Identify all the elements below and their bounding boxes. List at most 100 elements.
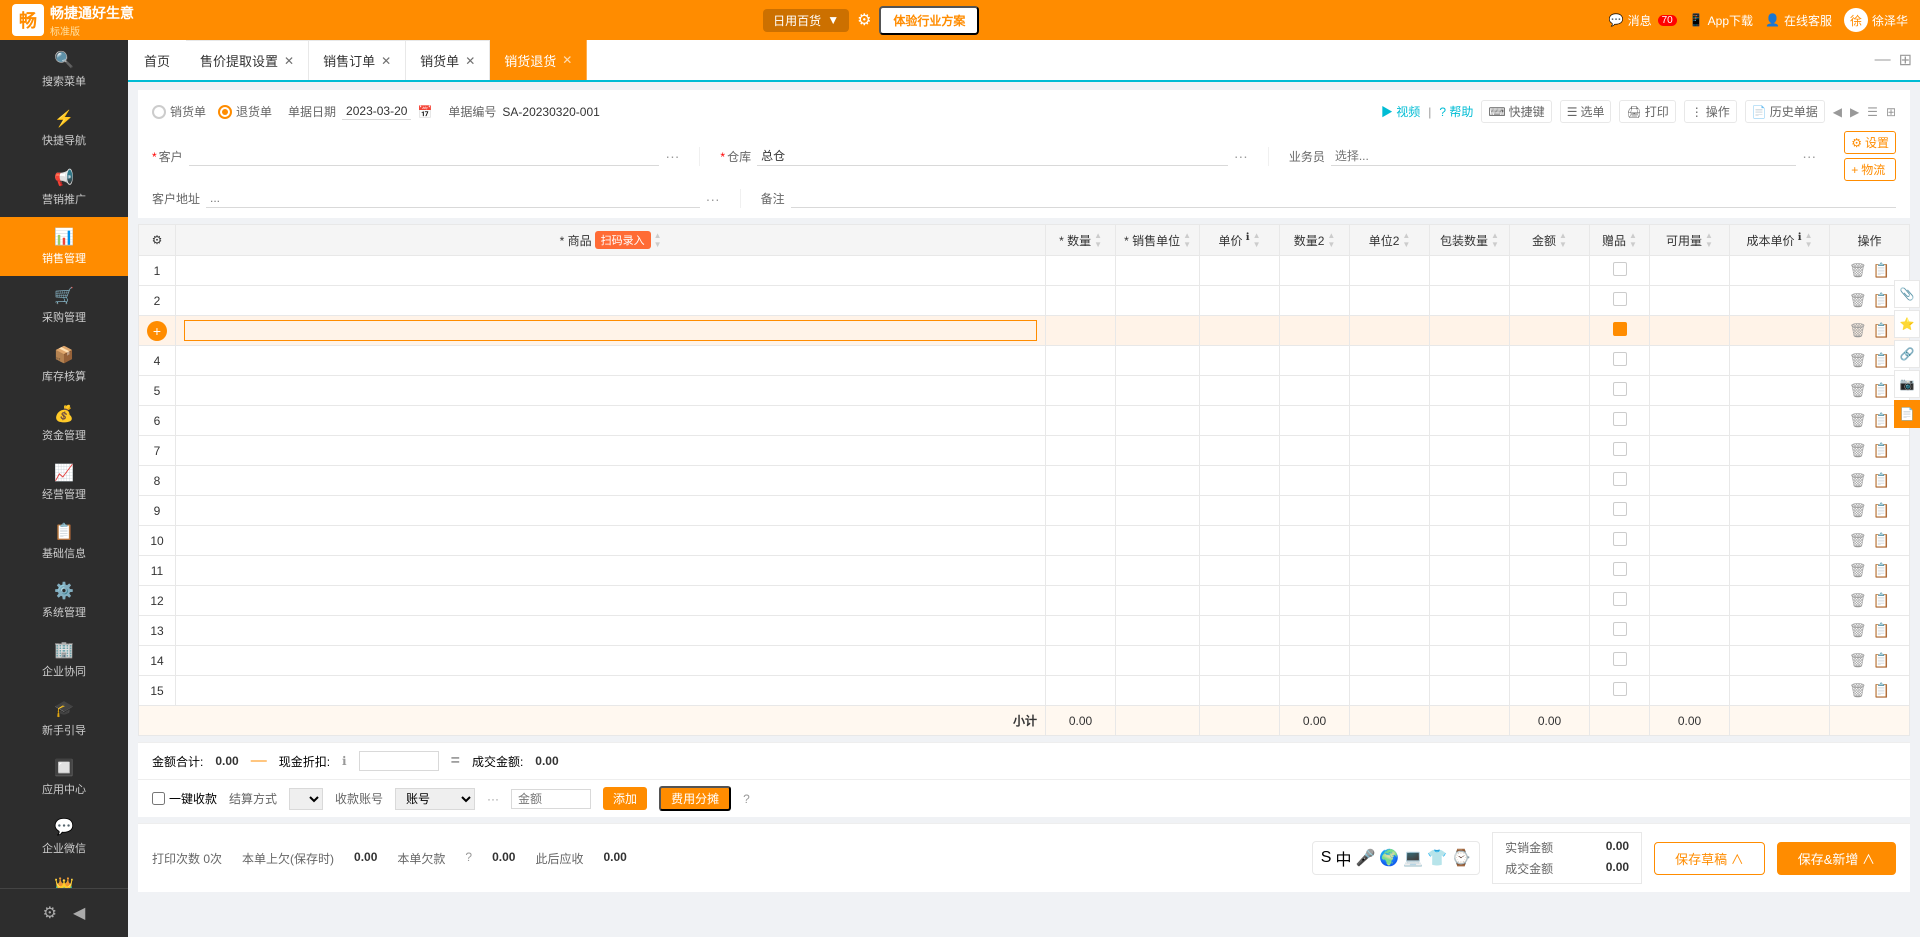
table-cell-unit2[interactable] (1350, 676, 1430, 706)
message-button[interactable]: 💬 消息 70 (1609, 12, 1677, 29)
settlement-method-select[interactable] (289, 788, 323, 810)
table-cell-available[interactable] (1650, 526, 1730, 556)
table-cell-unit[interactable] (1116, 466, 1200, 496)
tab-sales-delivery[interactable]: 销货单 ✕ (406, 40, 490, 80)
table-cell-qty2[interactable] (1280, 646, 1350, 676)
gift-checkbox-10[interactable] (1613, 532, 1627, 546)
sidebar-item-sales[interactable]: 📊 销售管理 (0, 217, 128, 276)
trial-button[interactable]: 体验行业方案 (879, 6, 979, 35)
toolbar-video[interactable]: ▶ 视频 (1381, 103, 1420, 120)
table-cell-qty[interactable] (1046, 406, 1116, 436)
sidebar-item-operations[interactable]: 📈 经营管理 (0, 453, 128, 512)
table-cell-gift[interactable] (1590, 286, 1650, 316)
table-cell-unit2[interactable] (1350, 616, 1430, 646)
row-delete-icon-2[interactable]: 🗑 (1849, 292, 1867, 309)
taskbar-icon-1[interactable]: S (1321, 849, 1332, 867)
row-delete-icon-10[interactable]: 🗑 (1849, 532, 1867, 549)
table-cell-amount[interactable] (1510, 406, 1590, 436)
table-cell-available[interactable] (1650, 346, 1730, 376)
table-cell-available[interactable] (1650, 376, 1730, 406)
toolbar-shortcuts[interactable]: ⌨ 快捷键 (1481, 100, 1551, 123)
toolbar-history[interactable]: 📄 历史单据 (1745, 100, 1825, 123)
gift-checkbox-3[interactable] (1613, 322, 1627, 336)
nav-settings-icon[interactable]: ⚙ (857, 10, 871, 30)
sidebar-item-search[interactable]: 🔍 搜索菜单 (0, 40, 128, 99)
table-cell-cost[interactable] (1730, 256, 1830, 286)
table-cell-gift[interactable] (1590, 496, 1650, 526)
table-cell-available[interactable] (1650, 586, 1730, 616)
table-cell-qty[interactable] (1046, 556, 1116, 586)
table-cell-cost[interactable] (1730, 676, 1830, 706)
sidebar-item-member[interactable]: 👑 畅会员 (0, 866, 128, 888)
table-cell-unit2[interactable] (1350, 436, 1430, 466)
table-cell-price[interactable] (1200, 256, 1280, 286)
sidebar-item-guide[interactable]: 🎓 新手引导 (0, 689, 128, 748)
taskbar-icon-2[interactable]: 中 (1335, 846, 1351, 870)
row-delete-icon-11[interactable]: 🗑 (1849, 562, 1867, 579)
table-cell-pack[interactable] (1430, 556, 1510, 586)
table-cell-price[interactable] (1200, 376, 1280, 406)
taskbar-icon-3[interactable]: 🎤 (1355, 848, 1375, 868)
row-copy-icon-8[interactable]: 📋 (1873, 472, 1890, 489)
table-cell-pack[interactable] (1430, 436, 1510, 466)
table-cell-unit2[interactable] (1350, 646, 1430, 676)
table-cell-unit[interactable] (1116, 496, 1200, 526)
user-profile-button[interactable]: 徐 徐泽华 (1844, 8, 1908, 32)
row-copy-icon-12[interactable]: 📋 (1873, 592, 1890, 609)
table-cell-product[interactable] (176, 316, 1046, 346)
table-cell-price[interactable] (1200, 466, 1280, 496)
row-copy-icon-15[interactable]: 📋 (1873, 682, 1890, 699)
table-cell-unit[interactable] (1116, 436, 1200, 466)
table-cell-price[interactable] (1200, 316, 1280, 346)
nav-selector[interactable]: 日用百货 ▼ (763, 9, 849, 32)
row-copy-icon-5[interactable]: 📋 (1873, 382, 1890, 399)
sidebar-item-purchase[interactable]: 🛒 采购管理 (0, 276, 128, 335)
table-cell-qty[interactable] (1046, 286, 1116, 316)
table-cell-unit2[interactable] (1350, 346, 1430, 376)
gift-checkbox-11[interactable] (1613, 562, 1627, 576)
toolbar-operations[interactable]: ⋮ 操作 (1684, 100, 1737, 123)
taskbar-icon-7[interactable]: ⌚ (1451, 848, 1471, 868)
table-cell-pack[interactable] (1430, 346, 1510, 376)
gift-checkbox-6[interactable] (1613, 412, 1627, 426)
table-cell-unit[interactable] (1116, 316, 1200, 346)
gift-sort-icon[interactable]: ▲▼ (1629, 231, 1637, 249)
table-cell-qty2[interactable] (1280, 316, 1350, 346)
row-copy-icon-11[interactable]: 📋 (1873, 562, 1890, 579)
table-cell-cost[interactable] (1730, 406, 1830, 436)
taskbar-icon-6[interactable]: 👕 (1427, 848, 1447, 868)
row-delete-icon-5[interactable]: 🗑 (1849, 382, 1867, 399)
table-cell-cost[interactable] (1730, 316, 1830, 346)
save-draft-button[interactable]: 保存草稿 ∧ (1654, 842, 1765, 875)
table-cell-amount[interactable] (1510, 646, 1590, 676)
table-cell-gift[interactable] (1590, 346, 1650, 376)
sidebar-item-finance[interactable]: 💰 资金管理 (0, 394, 128, 453)
table-cell-qty2[interactable] (1280, 526, 1350, 556)
table-cell-unit2[interactable] (1350, 256, 1430, 286)
one-key-collect-checkbox[interactable] (152, 792, 165, 805)
row-copy-icon-14[interactable]: 📋 (1873, 652, 1890, 669)
table-cell-unit2[interactable] (1350, 526, 1430, 556)
unit2-sort-icon[interactable]: ▲▼ (1402, 231, 1410, 249)
table-cell-amount[interactable] (1510, 466, 1590, 496)
table-cell-qty2[interactable] (1280, 346, 1350, 376)
table-cell-qty[interactable] (1046, 436, 1116, 466)
row-copy-icon-10[interactable]: 📋 (1873, 532, 1890, 549)
table-cell-product[interactable] (176, 586, 1046, 616)
table-cell-cost[interactable] (1730, 496, 1830, 526)
sidebar-item-system[interactable]: ⚙️ 系统管理 (0, 571, 128, 630)
settings-btn[interactable]: ⚙ 设置 (1844, 131, 1896, 154)
table-cell-gift[interactable] (1590, 676, 1650, 706)
product-sort-icon[interactable]: ▲▼ (654, 231, 662, 249)
tab-price-settings[interactable]: 售价提取设置 ✕ (186, 40, 309, 80)
qty-sort-icon[interactable]: ▲▼ (1094, 231, 1102, 249)
table-cell-gift[interactable] (1590, 256, 1650, 286)
float-btn-4[interactable]: 📷 (1894, 370, 1920, 398)
sidebar-item-inventory[interactable]: 📦 库存核算 (0, 335, 128, 394)
pack-sort-icon[interactable]: ▲▼ (1491, 231, 1499, 249)
table-cell-product[interactable] (176, 526, 1046, 556)
table-cell-qty[interactable] (1046, 646, 1116, 676)
scan-input-btn[interactable]: 扫码录入 (595, 231, 651, 249)
table-cell-qty2[interactable] (1280, 586, 1350, 616)
row-copy-icon-1[interactable]: 📋 (1873, 262, 1890, 279)
